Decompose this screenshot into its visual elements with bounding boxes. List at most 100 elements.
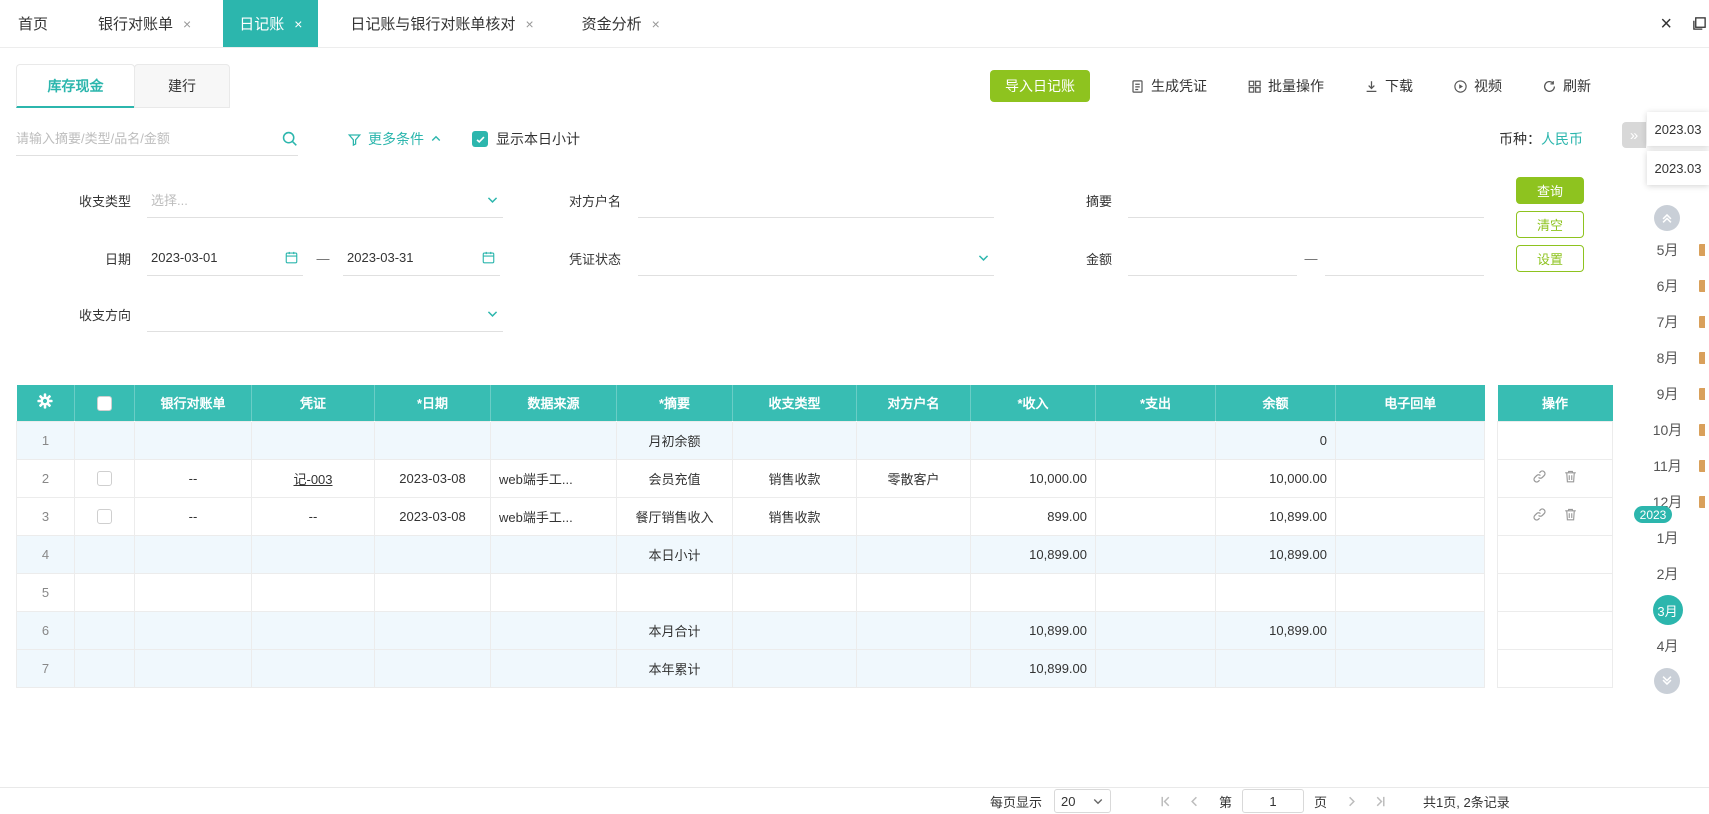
action-row	[1497, 458, 1613, 498]
summary-filter-input[interactable]	[1128, 182, 1484, 218]
first-page-button[interactable]	[1151, 794, 1180, 809]
delete-icon[interactable]	[1563, 507, 1578, 522]
page-number-input[interactable]	[1242, 789, 1305, 813]
month-marker	[1699, 424, 1705, 436]
close-window-icon[interactable]: ×	[1660, 14, 1672, 34]
search-input[interactable]	[16, 131, 281, 146]
play-circle-icon	[1454, 79, 1467, 93]
direction-select[interactable]	[147, 296, 503, 332]
voucher-link[interactable]: 记-003	[293, 472, 332, 487]
download-button[interactable]: 下载	[1364, 76, 1413, 96]
direction-label: 收支方向	[78, 307, 131, 323]
double-chevron-down-icon	[1662, 676, 1672, 686]
last-page-button[interactable]	[1366, 794, 1395, 809]
tab-journal-bank-reconcile[interactable]: 日记账与银行对账单核对 ×	[334, 0, 549, 47]
month-item-feb[interactable]: 2月	[1630, 556, 1705, 592]
settings-button[interactable]: 设置	[1516, 245, 1584, 272]
journal-table: 银行对账单 凭证 *日期 数据来源 *摘要 收支类型 对方户名 *收入 *支出 …	[16, 385, 1613, 688]
month-item-jun[interactable]: 6月	[1630, 268, 1705, 304]
action-row	[1497, 648, 1613, 688]
refresh-icon	[1544, 80, 1556, 92]
month-item-oct[interactable]: 10月	[1630, 412, 1705, 448]
gear-icon[interactable]	[37, 393, 53, 409]
type-select[interactable]: 选择...	[147, 182, 503, 218]
col-header-voucher: 凭证	[251, 385, 375, 421]
type-label: 收支类型	[78, 193, 131, 209]
search-icon[interactable]	[281, 130, 298, 147]
scroll-months-down-button[interactable]	[1654, 668, 1680, 694]
per-page-select[interactable]: 20	[1054, 789, 1112, 813]
counterparty-input[interactable]	[638, 182, 994, 218]
next-page-button[interactable]	[1337, 794, 1366, 809]
generate-voucher-button[interactable]: 生成凭证	[1130, 76, 1207, 96]
row-checkbox[interactable]	[97, 509, 112, 525]
show-daily-subtotal-checkbox[interactable]: 显示本日小计	[472, 122, 580, 156]
column-settings-header	[16, 385, 75, 421]
query-button[interactable]: 查询	[1516, 177, 1584, 204]
clear-button[interactable]: 清空	[1516, 211, 1584, 238]
tab-label: 日记账	[239, 16, 285, 33]
close-tab-icon[interactable]: ×	[183, 17, 191, 31]
period-to-chip[interactable]: 2023.03	[1647, 151, 1709, 185]
tab-home[interactable]: 首页	[0, 0, 66, 47]
month-marker	[1699, 496, 1705, 508]
period-from-chip[interactable]: 2023.03	[1647, 112, 1709, 146]
batch-operations-button[interactable]: 批量操作	[1247, 76, 1324, 96]
journal-app: 首页 银行对账单 × 日记账 × 日记账与银行对账单核对 × 资金分析 × × …	[0, 0, 1709, 814]
top-tab-bar: 首页 银行对账单 × 日记账 × 日记账与银行对账单核对 × 资金分析 × ×	[0, 0, 1709, 48]
currency-value[interactable]: 人民币	[1541, 129, 1583, 149]
table-row: 6 本月合计 10,899.00 10,899.00	[16, 610, 1485, 650]
voucher-status-select[interactable]	[638, 240, 994, 276]
date-label: 日期	[104, 251, 131, 267]
amount-max-input[interactable]	[1325, 240, 1484, 276]
table-row: 3 -- -- 2023-03-08 web端手工... 餐厅销售收入 销售收款…	[16, 496, 1485, 536]
date-to-field[interactable]: 2023-03-31	[343, 240, 500, 276]
checkbox-checked-icon[interactable]	[472, 131, 488, 147]
tab-journal[interactable]: 日记账 ×	[223, 0, 319, 47]
link-icon[interactable]	[1532, 469, 1547, 484]
voucher-status-label: 凭证状态	[568, 251, 621, 267]
month-marker	[1699, 316, 1705, 328]
subtab-ccb-bank[interactable]: 建行	[134, 64, 230, 108]
tab-bank-statement[interactable]: 银行对账单 ×	[82, 0, 207, 47]
action-column-table: 操作	[1497, 385, 1613, 688]
link-icon[interactable]	[1532, 507, 1547, 522]
amount-min-input[interactable]	[1128, 240, 1297, 276]
col-header-summary: *摘要	[616, 385, 733, 421]
import-journal-button[interactable]: 导入日记账	[990, 70, 1090, 102]
prev-page-button[interactable]	[1180, 794, 1209, 809]
chevron-up-icon	[431, 135, 441, 141]
journal-main-table: 银行对账单 凭证 *日期 数据来源 *摘要 收支类型 对方户名 *收入 *支出 …	[16, 385, 1485, 688]
col-header-income: *收入	[970, 385, 1096, 421]
tab-fund-analysis[interactable]: 资金分析 ×	[566, 0, 676, 47]
more-filters-toggle[interactable]: 更多条件	[347, 122, 442, 156]
month-item-aug[interactable]: 8月	[1630, 340, 1705, 376]
voucher-doc-icon	[1132, 79, 1143, 93]
collapse-rail-button[interactable]: »	[1622, 122, 1646, 148]
subtab-cash[interactable]: 库存现金	[16, 64, 135, 108]
month-item-apr[interactable]: 4月	[1630, 628, 1705, 664]
month-item-nov[interactable]: 11月	[1630, 448, 1705, 484]
col-header-category: 收支类型	[732, 385, 857, 421]
month-item-sep[interactable]: 9月	[1630, 376, 1705, 412]
month-item-jan[interactable]: 1月	[1630, 520, 1705, 556]
action-row	[1497, 572, 1613, 612]
month-item-may[interactable]: 5月	[1630, 232, 1705, 268]
row-checkbox[interactable]	[97, 471, 112, 487]
close-tab-icon[interactable]: ×	[652, 17, 660, 31]
close-tab-icon[interactable]: ×	[294, 17, 302, 31]
calendar-icon	[285, 251, 298, 264]
double-chevron-right-icon: »	[1629, 126, 1639, 144]
select-all-checkbox[interactable]	[97, 395, 112, 411]
scroll-months-up-button[interactable]	[1654, 205, 1680, 231]
toolbar: 导入日记账 生成凭证 批量操作 下载 视频 刷新	[990, 70, 1591, 102]
maximize-icon[interactable]	[1692, 16, 1707, 31]
video-button[interactable]: 视频	[1453, 76, 1502, 96]
month-item-jul[interactable]: 7月	[1630, 304, 1705, 340]
refresh-button[interactable]: 刷新	[1542, 76, 1591, 96]
page-prefix: 第	[1219, 794, 1233, 810]
date-from-field[interactable]: 2023-03-01	[147, 240, 303, 276]
month-item-mar-active[interactable]: 3月	[1630, 592, 1705, 628]
delete-icon[interactable]	[1563, 469, 1578, 484]
close-tab-icon[interactable]: ×	[525, 17, 533, 31]
